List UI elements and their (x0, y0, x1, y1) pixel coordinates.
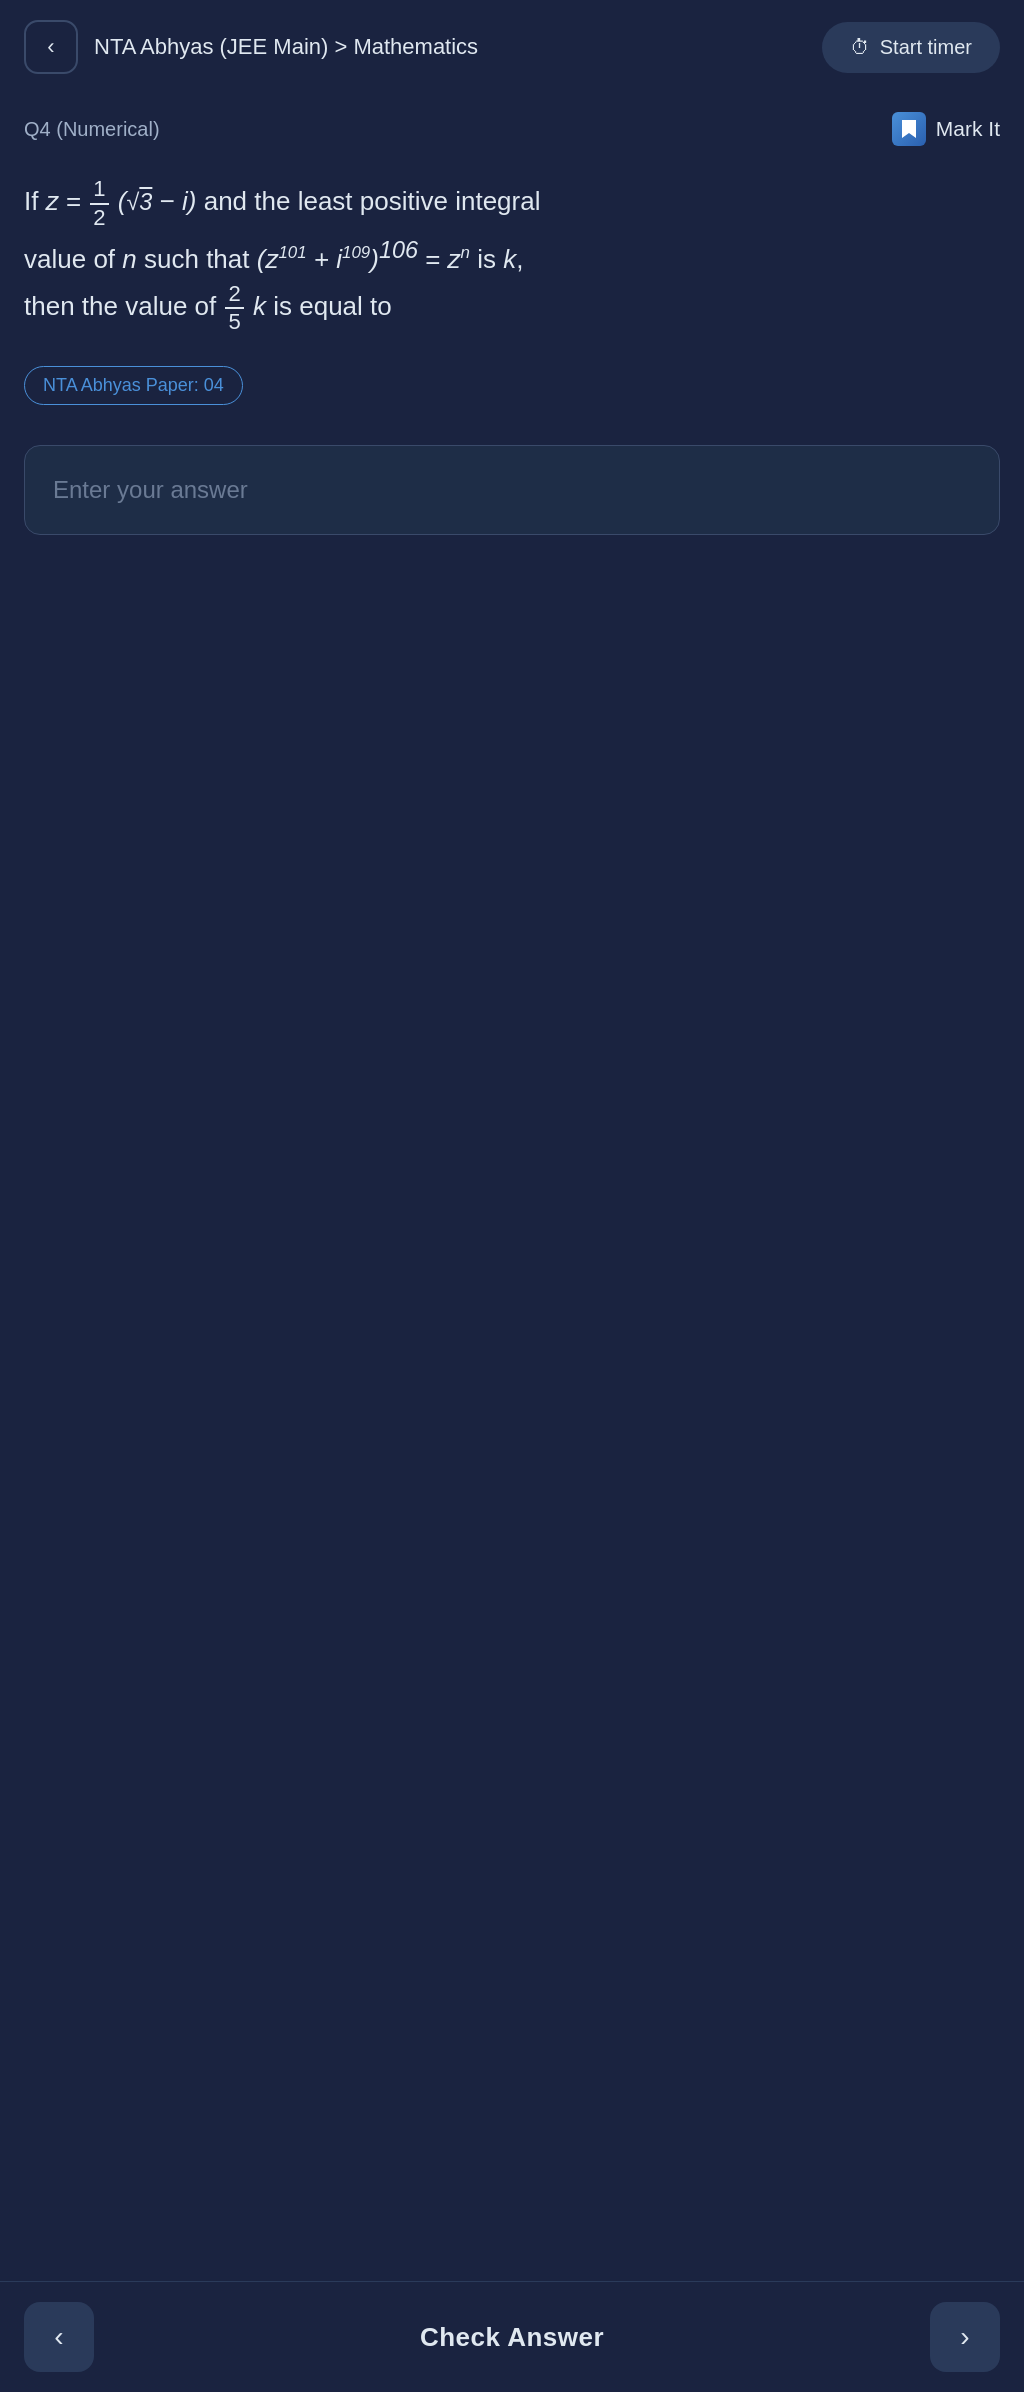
check-answer-button[interactable]: Check Answer (360, 2304, 664, 2371)
answer-section (0, 435, 1024, 565)
prev-icon: ‹ (54, 2321, 63, 2353)
next-button[interactable]: › (930, 2302, 1000, 2372)
main-content (0, 565, 1024, 2272)
back-icon: ‹ (47, 34, 54, 60)
fraction-half: 1 2 (90, 176, 108, 231)
paper-tag: NTA Abhyas Paper: 04 (24, 366, 243, 405)
header-title: NTA Abhyas (JEE Main) > Mathematics (94, 34, 806, 60)
timer-icon: ⏱ (850, 36, 870, 59)
answer-input[interactable] (53, 476, 971, 504)
start-timer-button[interactable]: ⏱ Start timer (822, 22, 1000, 73)
header: ‹ NTA Abhyas (JEE Main) > Mathematics ⏱ … (0, 0, 1024, 94)
tag-row: NTA Abhyas Paper: 04 (0, 356, 1024, 435)
bottom-nav: ‹ Check Answer › (0, 2281, 1024, 2392)
question-label: Q4 (Numerical) (24, 118, 160, 141)
question-body: If z = 1 2 (√3 − i) and the least positi… (0, 156, 1024, 356)
mark-it-label: Mark It (936, 117, 1000, 141)
back-button[interactable]: ‹ (24, 20, 78, 74)
fraction-two-fifths: 2 5 (225, 281, 243, 336)
start-timer-label: Start timer (880, 36, 972, 59)
next-icon: › (960, 2321, 969, 2353)
prev-button[interactable]: ‹ (24, 2302, 94, 2372)
bookmark-icon (892, 112, 926, 146)
mark-it-button[interactable]: Mark It (892, 112, 1000, 146)
answer-input-box (24, 445, 1000, 535)
question-header: Q4 (Numerical) Mark It (0, 94, 1024, 156)
check-answer-label: Check Answer (420, 2322, 604, 2352)
